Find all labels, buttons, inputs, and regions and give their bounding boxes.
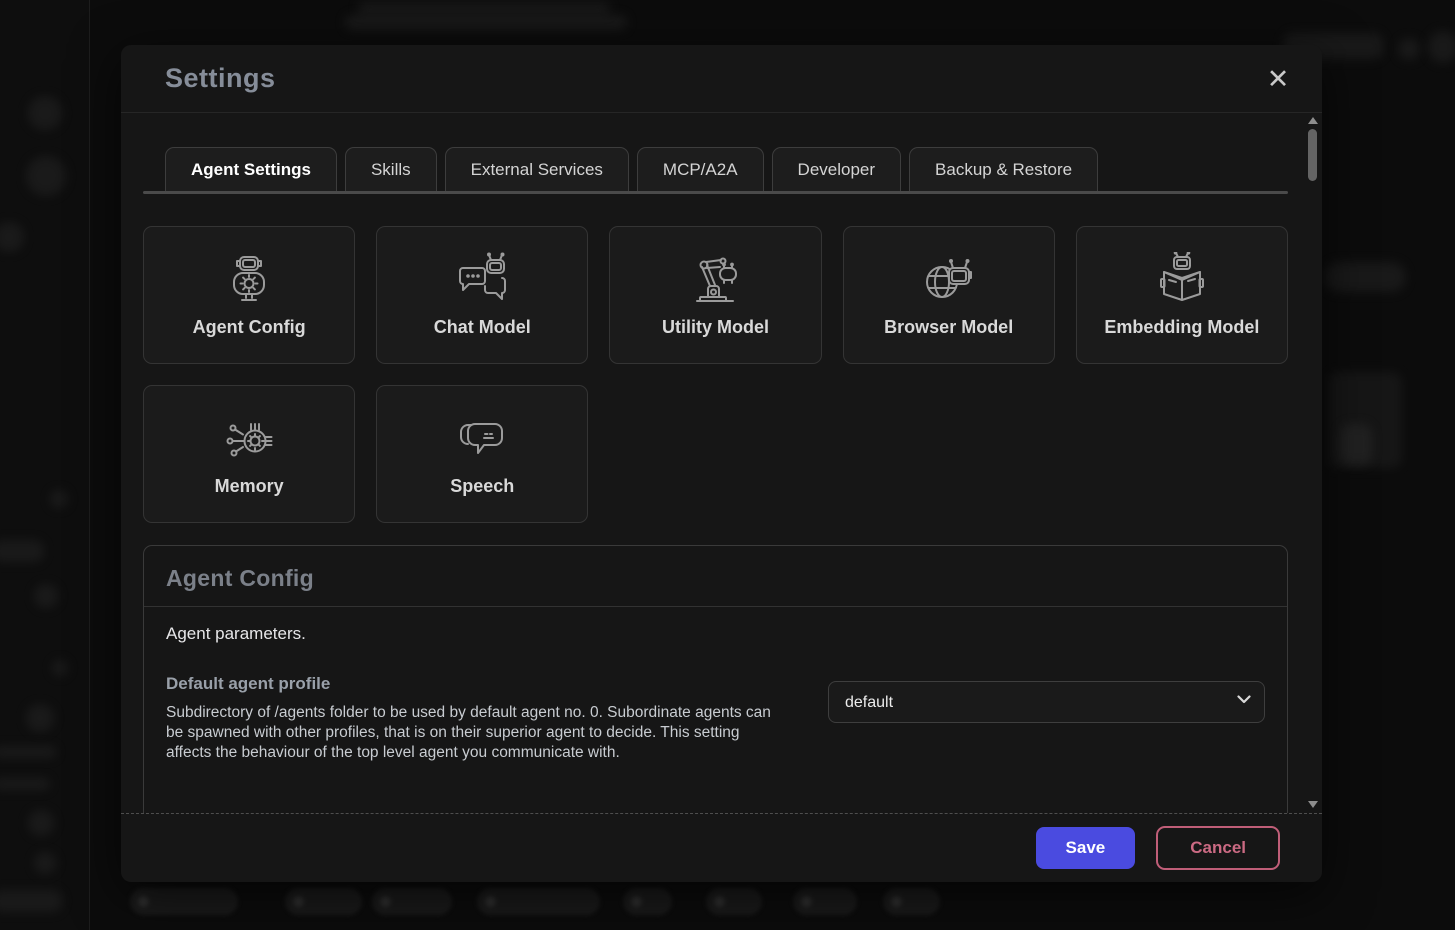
background-blob — [0, 540, 44, 562]
background-blob — [1324, 262, 1406, 292]
background-pill — [372, 888, 452, 915]
save-button[interactable]: Save — [1036, 827, 1136, 869]
background-pill — [285, 888, 362, 915]
card-label: Agent Config — [193, 317, 306, 338]
card-chat-model[interactable]: Chat Model — [376, 226, 588, 364]
background-sidebar — [0, 0, 90, 930]
close-icon[interactable]: ✕ — [1262, 63, 1294, 95]
background-blob — [1428, 31, 1455, 63]
card-speech[interactable]: Speech — [376, 385, 588, 523]
field-description: Subdirectory of /agents folder to be use… — [166, 703, 788, 763]
card-label: Browser Model — [884, 317, 1013, 338]
field-default-agent-profile: Default agent profile Subdirectory of /a… — [166, 674, 1265, 763]
background-blob — [0, 746, 56, 758]
tab-skills[interactable]: Skills — [345, 147, 437, 191]
background-blob — [28, 96, 62, 130]
section-divider — [144, 606, 1287, 607]
modal-scrollbar[interactable] — [1306, 115, 1320, 810]
scrollbar-thumb[interactable] — [1308, 129, 1317, 181]
background-pill — [793, 888, 857, 915]
scroll-up-icon[interactable] — [1308, 117, 1318, 124]
background-pill — [883, 888, 940, 915]
tab-developer[interactable]: Developer — [772, 147, 902, 191]
background-blob — [0, 778, 50, 790]
card-label: Utility Model — [662, 317, 769, 338]
chat-bubbles-robot-icon — [453, 252, 511, 308]
section-title: Agent Config — [166, 546, 1265, 606]
circuit-gear-icon — [220, 411, 278, 467]
tab-backup-restore[interactable]: Backup & Restore — [909, 147, 1098, 191]
speech-bubble-icon — [453, 411, 511, 467]
background-blob — [358, 2, 610, 14]
background-blob — [0, 890, 62, 912]
card-embedding-model[interactable]: Embedding Model — [1076, 226, 1288, 364]
card-memory[interactable]: Memory — [143, 385, 355, 523]
background-pill — [130, 888, 238, 915]
scroll-down-icon[interactable] — [1308, 801, 1318, 808]
robot-reading-book-icon — [1153, 252, 1211, 308]
background-blob — [50, 490, 68, 508]
settings-tabs: Agent Settings Skills External Services … — [143, 147, 1288, 191]
background-pill — [706, 888, 762, 915]
default-agent-profile-select[interactable]: default — [828, 681, 1265, 723]
globe-robot-icon — [920, 252, 978, 308]
modal-body: Agent Settings Skills External Services … — [121, 113, 1322, 813]
card-label: Embedding Model — [1104, 317, 1259, 338]
card-label: Speech — [450, 476, 514, 497]
settings-modal: Settings ✕ Agent Settings Skills Externa… — [121, 45, 1322, 882]
settings-cards: Agent Config Chat Mo — [143, 226, 1288, 523]
card-browser-model[interactable]: Browser Model — [843, 226, 1055, 364]
modal-title: Settings — [165, 63, 276, 94]
background-blob — [34, 852, 56, 874]
card-agent-config[interactable]: Agent Config — [143, 226, 355, 364]
cancel-button[interactable]: Cancel — [1156, 826, 1280, 870]
robot-monitor-gear-icon — [220, 252, 278, 308]
background-blob — [1340, 424, 1372, 464]
field-label: Default agent profile — [166, 674, 788, 694]
modal-footer: Save Cancel — [121, 813, 1322, 882]
background-blob — [345, 15, 627, 30]
tabs-underline — [143, 191, 1288, 194]
tab-agent-settings[interactable]: Agent Settings — [165, 147, 337, 191]
tab-external-services[interactable]: External Services — [445, 147, 629, 191]
background-blob — [52, 660, 68, 676]
modal-header: Settings ✕ — [121, 45, 1322, 113]
card-utility-model[interactable]: Utility Model — [609, 226, 821, 364]
background-pill — [623, 888, 672, 915]
tab-mcp-a2a[interactable]: MCP/A2A — [637, 147, 764, 191]
card-label: Memory — [215, 476, 284, 497]
background-blob — [0, 222, 24, 252]
background-blob — [26, 156, 66, 196]
background-blob — [28, 810, 54, 836]
background-blob — [1398, 38, 1420, 60]
background-blob — [34, 584, 58, 608]
robot-arm-icon — [686, 252, 744, 308]
background-blob — [26, 704, 54, 732]
background-pill — [477, 888, 600, 915]
agent-config-section: Agent Config Agent parameters. Default a… — [143, 545, 1288, 813]
card-label: Chat Model — [434, 317, 531, 338]
section-subtitle: Agent parameters. — [166, 624, 1265, 644]
